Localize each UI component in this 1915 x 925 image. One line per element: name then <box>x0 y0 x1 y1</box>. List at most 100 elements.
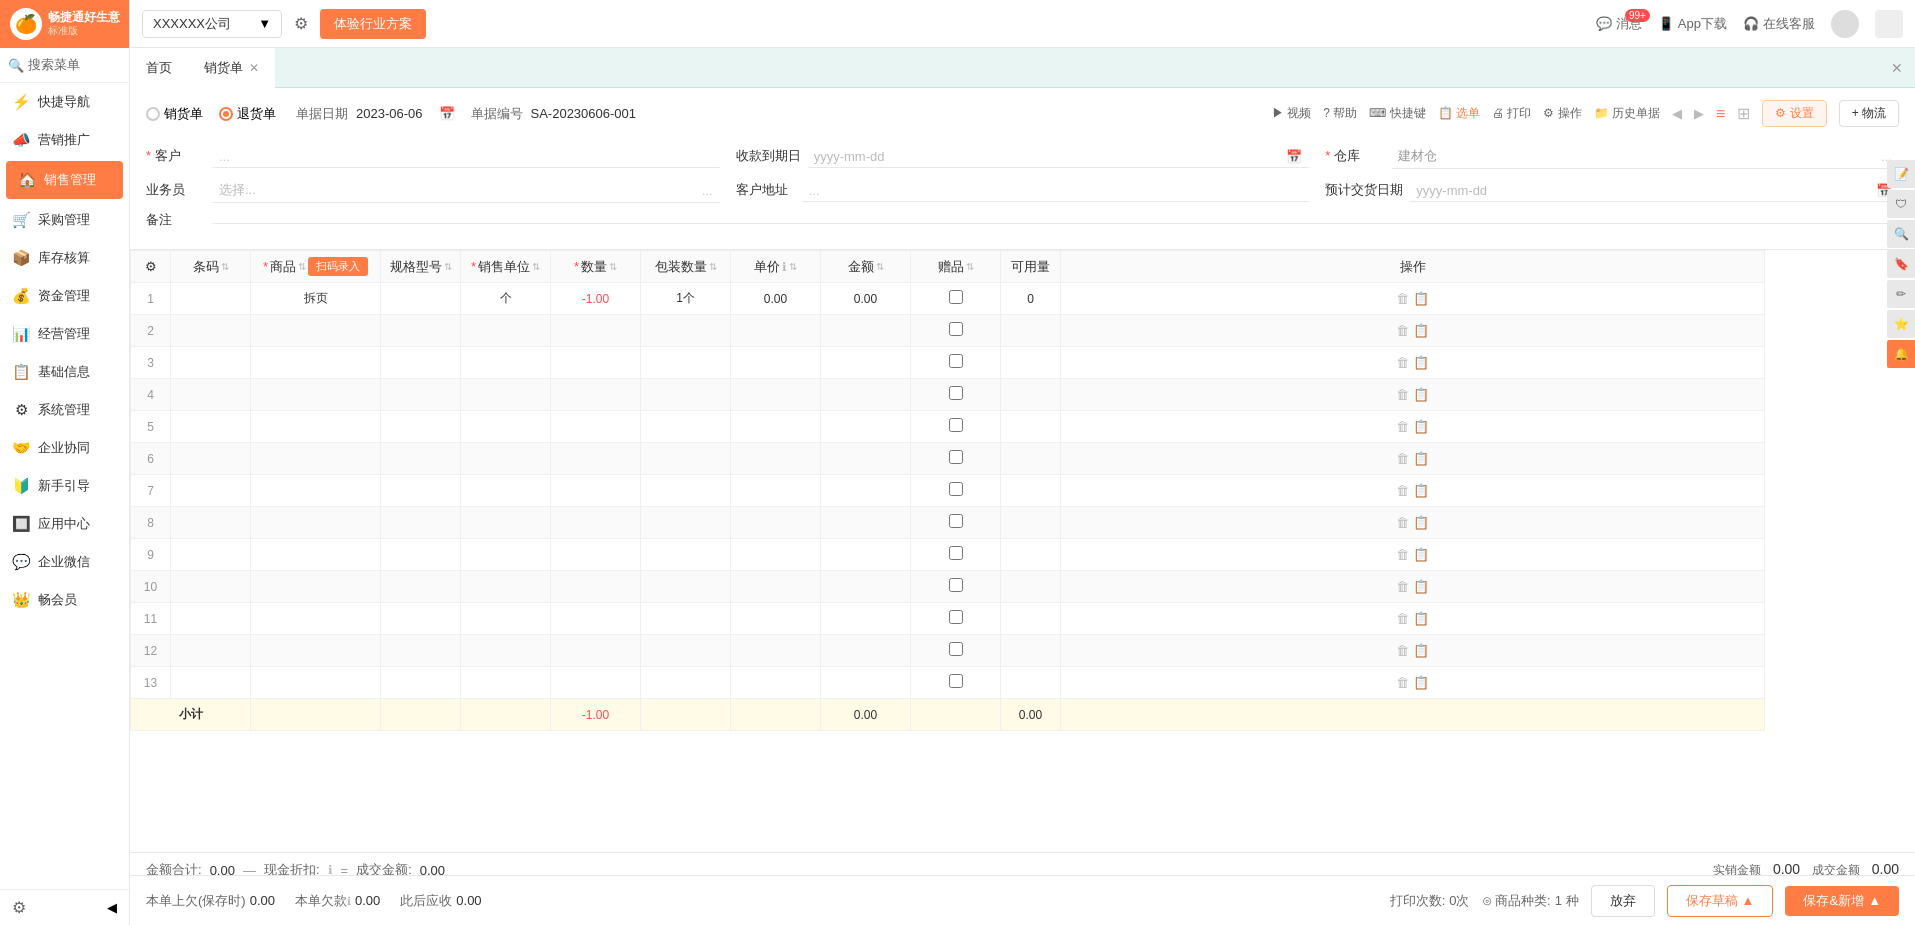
row-pkg-qty[interactable] <box>641 443 731 475</box>
sidebar-item-operations[interactable]: 📊 经营管理 <box>0 315 129 353</box>
row-amount[interactable] <box>821 667 911 699</box>
row-goods[interactable] <box>251 411 381 443</box>
sidebar-search[interactable]: 🔍 搜索菜单 <box>0 48 129 83</box>
row-goods[interactable] <box>251 347 381 379</box>
radio-return[interactable]: 退货单 <box>219 105 276 123</box>
row-spec[interactable] <box>381 347 461 379</box>
row-goods[interactable] <box>251 571 381 603</box>
row-gift[interactable] <box>911 315 1001 347</box>
row-copy-icon[interactable]: 📋 <box>1413 579 1429 594</box>
row-unit[interactable] <box>461 379 551 411</box>
row-qty[interactable] <box>551 635 641 667</box>
row-pkg-qty[interactable] <box>641 571 731 603</box>
tab-bar-close-btn[interactable]: ✕ <box>1879 60 1915 76</box>
row-qty[interactable] <box>551 411 641 443</box>
pagination-left-icon[interactable]: ◀ <box>1672 106 1682 121</box>
row-amount[interactable] <box>821 571 911 603</box>
row-amount[interactable] <box>821 379 911 411</box>
sidebar-item-apps[interactable]: 🔲 应用中心 <box>0 505 129 543</box>
row-goods[interactable]: 拆页 <box>251 283 381 315</box>
row-amount[interactable] <box>821 411 911 443</box>
row-copy-icon[interactable]: 📋 <box>1413 643 1429 658</box>
row-copy-icon[interactable]: 📋 <box>1413 419 1429 434</box>
row-copy-icon[interactable]: 📋 <box>1413 355 1429 370</box>
row-gift[interactable] <box>911 635 1001 667</box>
row-goods[interactable] <box>251 379 381 411</box>
row-spec[interactable] <box>381 411 461 443</box>
row-pkg-qty[interactable] <box>641 475 731 507</box>
row-unit-price[interactable] <box>731 571 821 603</box>
row-spec[interactable] <box>381 379 461 411</box>
action-choose[interactable]: 📋 选单 <box>1438 105 1480 122</box>
row-qty[interactable] <box>551 347 641 379</box>
row-pkg-qty[interactable] <box>641 379 731 411</box>
row-unit-price[interactable] <box>731 411 821 443</box>
row-delete-icon[interactable]: 🗑 <box>1396 451 1409 466</box>
header-online-service[interactable]: 🎧 在线客服 <box>1743 15 1815 33</box>
float-bookmark-btn[interactable]: 🔖 <box>1887 250 1915 278</box>
row-barcode[interactable] <box>171 379 251 411</box>
row-qty[interactable] <box>551 603 641 635</box>
row-gift[interactable] <box>911 475 1001 507</box>
row-barcode[interactable] <box>171 315 251 347</box>
row-pkg-qty[interactable] <box>641 635 731 667</box>
tab-home[interactable]: 首页 <box>130 48 188 88</box>
abandon-button[interactable]: 放弃 <box>1591 885 1655 917</box>
row-unit[interactable] <box>461 571 551 603</box>
row-unit[interactable] <box>461 475 551 507</box>
row-pkg-qty[interactable] <box>641 411 731 443</box>
warehouse-input[interactable]: 建材仓 ... <box>1391 143 1899 169</box>
row-unit[interactable] <box>461 347 551 379</box>
sidebar-item-marketing[interactable]: 📣 营销推广 <box>0 121 129 159</box>
action-operate[interactable]: ⚙ 操作 <box>1543 105 1581 122</box>
row-unit[interactable] <box>461 539 551 571</box>
row-qty[interactable]: -1.00 <box>551 283 641 315</box>
calendar-icon[interactable]: 📅 <box>1286 149 1302 164</box>
row-barcode[interactable] <box>171 443 251 475</box>
row-copy-icon[interactable]: 📋 <box>1413 675 1429 690</box>
row-pkg-qty[interactable]: 1个 <box>641 283 731 315</box>
customer-input[interactable]: ... <box>212 145 720 168</box>
sidebar-item-system[interactable]: ⚙ 系统管理 <box>0 391 129 429</box>
row-barcode[interactable] <box>171 603 251 635</box>
row-gift[interactable] <box>911 283 1001 315</box>
action-help[interactable]: ? 帮助 <box>1323 105 1357 122</box>
row-unit-price[interactable]: 0.00 <box>731 283 821 315</box>
row-unit[interactable] <box>461 411 551 443</box>
row-delete-icon[interactable]: 🗑 <box>1396 355 1409 370</box>
row-delete-icon[interactable]: 🗑 <box>1396 387 1409 402</box>
sidebar-item-enterprise[interactable]: 🤝 企业协同 <box>0 429 129 467</box>
row-copy-icon[interactable]: 📋 <box>1413 451 1429 466</box>
row-spec[interactable] <box>381 635 461 667</box>
row-delete-icon[interactable]: 🗑 <box>1396 291 1409 306</box>
header-message[interactable]: 💬 消息 99+ <box>1596 15 1642 33</box>
row-amount[interactable] <box>821 443 911 475</box>
row-delete-icon[interactable]: 🗑 <box>1396 675 1409 690</box>
row-gift[interactable] <box>911 603 1001 635</box>
action-print[interactable]: 🖨 打印 <box>1492 105 1531 122</box>
row-barcode[interactable] <box>171 635 251 667</box>
action-shortcut[interactable]: ⌨ 快捷键 <box>1369 105 1425 122</box>
row-unit-price[interactable] <box>731 315 821 347</box>
row-spec[interactable] <box>381 667 461 699</box>
float-star-btn[interactable]: ⭐ <box>1887 310 1915 338</box>
row-amount[interactable] <box>821 347 911 379</box>
tab-close-icon[interactable]: ✕ <box>249 61 259 75</box>
row-qty[interactable] <box>551 315 641 347</box>
row-qty[interactable] <box>551 571 641 603</box>
row-barcode[interactable] <box>171 411 251 443</box>
receive-date-input[interactable]: yyyy-mm-dd 📅 <box>807 145 1310 168</box>
row-pkg-qty[interactable] <box>641 507 731 539</box>
row-goods[interactable] <box>251 667 381 699</box>
row-gift[interactable] <box>911 539 1001 571</box>
row-goods[interactable] <box>251 539 381 571</box>
row-barcode[interactable] <box>171 539 251 571</box>
row-delete-icon[interactable]: 🗑 <box>1396 579 1409 594</box>
float-action-btn[interactable]: 🔔 <box>1887 340 1915 368</box>
row-spec[interactable] <box>381 539 461 571</box>
row-unit-price[interactable] <box>731 507 821 539</box>
row-pkg-qty[interactable] <box>641 667 731 699</box>
sidebar-collapse-icon[interactable]: ◀ <box>107 900 117 915</box>
row-qty[interactable] <box>551 507 641 539</box>
row-gift[interactable] <box>911 507 1001 539</box>
